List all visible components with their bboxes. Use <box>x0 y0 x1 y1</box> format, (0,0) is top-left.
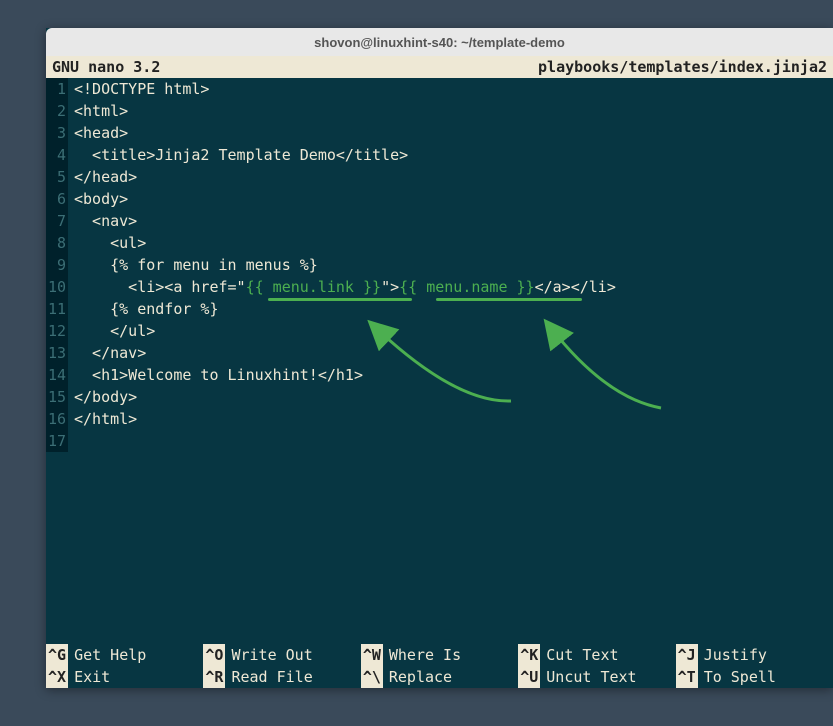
shortcut-get-help[interactable]: ^GGet Help <box>46 644 203 666</box>
editor-area[interactable]: 1<!DOCTYPE html> 2<html> 3<head> 4 <titl… <box>46 78 833 644</box>
shortcut-justify[interactable]: ^JJustify <box>676 644 833 666</box>
nano-version: GNU nano 3.2 <box>46 56 362 78</box>
nano-header: GNU nano 3.2 playbooks/templates/index.j… <box>46 56 833 78</box>
shortcut-to-spell[interactable]: ^TTo Spell <box>676 666 833 688</box>
shortcut-cut-text[interactable]: ^KCut Text <box>518 644 675 666</box>
nano-filename: playbooks/templates/index.jinja2 <box>362 56 833 78</box>
window-titlebar: shovon@linuxhint-s40: ~/template-demo <box>46 28 833 56</box>
shortcut-uncut-text[interactable]: ^UUncut Text <box>518 666 675 688</box>
shortcut-exit[interactable]: ^XExit <box>46 666 203 688</box>
nano-shortcuts: ^GGet Help ^OWrite Out ^WWhere Is ^KCut … <box>46 644 833 688</box>
shortcut-read-file[interactable]: ^RRead File <box>203 666 360 688</box>
shortcut-replace[interactable]: ^\Replace <box>361 666 518 688</box>
shortcut-write-out[interactable]: ^OWrite Out <box>203 644 360 666</box>
terminal-window: shovon@linuxhint-s40: ~/template-demo GN… <box>46 28 833 688</box>
shortcut-where-is[interactable]: ^WWhere Is <box>361 644 518 666</box>
window-title: shovon@linuxhint-s40: ~/template-demo <box>314 35 565 50</box>
annotation-arrows <box>46 78 833 644</box>
